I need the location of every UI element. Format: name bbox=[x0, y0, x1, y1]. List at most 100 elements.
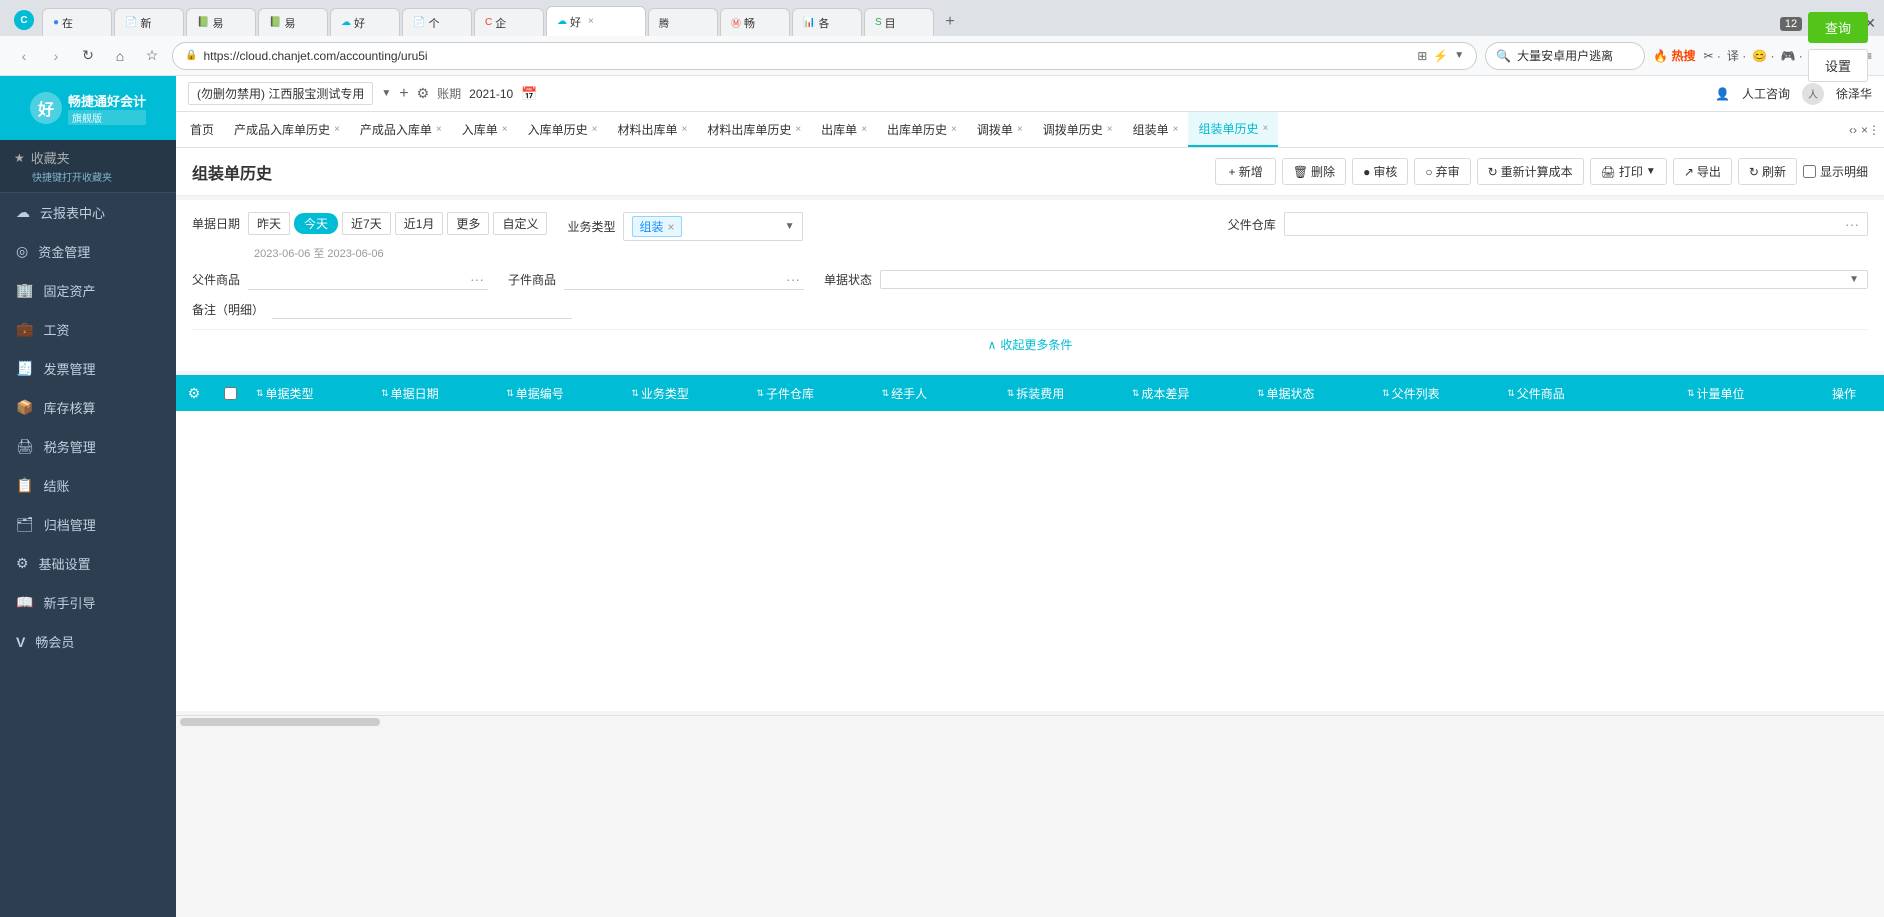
nav-home-button[interactable]: ⌂ bbox=[108, 44, 132, 68]
display-detail-checkbox[interactable]: 显示明细 bbox=[1803, 163, 1868, 180]
sidebar-item-invoice[interactable]: 🧾 发票管理 bbox=[0, 349, 176, 388]
tab-more-icon[interactable]: ⋮ bbox=[1868, 123, 1880, 137]
browser-tab[interactable]: Ⓜ畅 bbox=[720, 8, 790, 36]
qr-icon[interactable]: ⊞ bbox=[1417, 49, 1427, 63]
notes-input[interactable] bbox=[272, 300, 572, 319]
collapse-more-button[interactable]: ∧ 收起更多条件 bbox=[192, 329, 1868, 359]
scissors-tool[interactable]: ✂ · bbox=[1703, 49, 1720, 63]
calendar-icon[interactable]: 📅 bbox=[521, 86, 537, 102]
sidebar-item-guide[interactable]: 📖 新手引导 bbox=[0, 583, 176, 622]
dropdown-icon[interactable]: ▼ bbox=[1454, 50, 1464, 61]
browser-tab[interactable]: 📗易 bbox=[258, 8, 328, 36]
nav-star-button[interactable]: ☆ bbox=[140, 44, 164, 68]
col-header-type[interactable]: ⇅ 单据类型 bbox=[248, 385, 373, 402]
browser-tab[interactable]: 📄新 bbox=[114, 8, 184, 36]
username[interactable]: 徐泽华 bbox=[1836, 85, 1872, 102]
nav-tab-outbound-history[interactable]: 出库单历史× bbox=[877, 112, 967, 147]
new-tab-button[interactable]: + bbox=[936, 8, 964, 36]
settings-gear-icon[interactable]: ⚙ bbox=[417, 85, 430, 102]
nav-tab-transfer-history[interactable]: 调拨单历史× bbox=[1033, 112, 1123, 147]
review-button[interactable]: ● 审核 bbox=[1352, 158, 1408, 185]
nav-tab-outbound[interactable]: 出库单× bbox=[811, 112, 877, 147]
tab-close-all-icon[interactable]: × bbox=[1861, 123, 1868, 137]
sidebar-item-assets[interactable]: 🏢 固定资产 bbox=[0, 271, 176, 310]
sidebar-item-reports[interactable]: ☁ 云报表中心 bbox=[0, 193, 176, 232]
browser-tab-active[interactable]: ☁好× bbox=[546, 6, 646, 36]
browser-tab[interactable]: 腾 bbox=[648, 8, 718, 36]
biz-type-remove-icon[interactable]: × bbox=[667, 220, 674, 234]
service-label[interactable]: 人工咨询 bbox=[1742, 85, 1790, 102]
nav-tab-assembly-history[interactable]: 组装单历史× bbox=[1188, 112, 1278, 147]
nav-tab-home[interactable]: 首页 bbox=[180, 112, 224, 147]
col-header-parent-goods[interactable]: ⇅ 父件商品 bbox=[1499, 385, 1679, 402]
col-header-child-warehouse[interactable]: ⇅ 子件仓库 bbox=[749, 385, 874, 402]
child-goods-input[interactable]: ··· bbox=[564, 269, 804, 290]
nav-tab-inbound[interactable]: 入库单× bbox=[452, 112, 518, 147]
add-company-button[interactable]: + bbox=[399, 85, 408, 103]
col-header-date[interactable]: ⇅ 单据日期 bbox=[373, 385, 498, 402]
date-today-btn[interactable]: 今天 bbox=[294, 213, 338, 234]
col-header-fee[interactable]: ⇅ 拆装费用 bbox=[999, 385, 1124, 402]
col-header-status[interactable]: ⇅ 单据状态 bbox=[1249, 385, 1374, 402]
refresh-button[interactable]: ↻ 刷新 bbox=[1738, 158, 1797, 185]
recalculate-button[interactable]: ↻ 重新计算成本 bbox=[1477, 158, 1584, 185]
browser-tab[interactable]: S目 bbox=[864, 8, 934, 36]
nav-refresh-button[interactable]: ↻ bbox=[76, 44, 100, 68]
browser-tab[interactable]: ☁好 bbox=[330, 8, 400, 36]
date-yesterday-btn[interactable]: 昨天 bbox=[248, 212, 290, 235]
nav-tab-inbound-history[interactable]: 入库单历史× bbox=[518, 112, 608, 147]
nav-tab-material-outbound[interactable]: 材料出库单× bbox=[607, 112, 697, 147]
sidebar-item-archive[interactable]: 🗂 归档管理 bbox=[0, 505, 176, 544]
sidebar-item-payroll[interactable]: 💼 工资 bbox=[0, 310, 176, 349]
nav-tab-transfer[interactable]: 调拨单× bbox=[967, 112, 1033, 147]
add-button[interactable]: + 新增 bbox=[1215, 158, 1275, 185]
col-header-number[interactable]: ⇅ 单据编号 bbox=[498, 385, 623, 402]
abandon-button[interactable]: ○ 弃审 bbox=[1414, 158, 1470, 185]
parent-goods-input[interactable]: ··· bbox=[248, 269, 488, 290]
col-header-handler[interactable]: ⇅ 经手人 bbox=[874, 385, 999, 402]
sidebar-item-closing[interactable]: 📋 结账 bbox=[0, 466, 176, 505]
nav-tab-assembly[interactable]: 组装单× bbox=[1123, 112, 1189, 147]
parent-goods-more-icon[interactable]: ··· bbox=[470, 271, 484, 287]
tab-next-icon[interactable]: › bbox=[1853, 123, 1857, 137]
sidebar-item-inventory[interactable]: 📦 库存核算 bbox=[0, 388, 176, 427]
sidebar-item-settings[interactable]: ⚙ 基础设置 bbox=[0, 544, 176, 583]
browser-tab[interactable]: ●在 bbox=[42, 8, 112, 36]
order-status-dropdown-icon[interactable]: ▼ bbox=[1849, 274, 1859, 285]
date-custom-btn[interactable]: 自定义 bbox=[493, 212, 547, 235]
sidebar-item-member[interactable]: V 畅会员 bbox=[0, 622, 176, 661]
nav-forward-button[interactable]: › bbox=[44, 44, 68, 68]
print-button[interactable]: 🖨 打印 ▼ bbox=[1590, 158, 1667, 185]
browser-tab[interactable]: 📊各 bbox=[792, 8, 862, 36]
col-header-parent-list[interactable]: ⇅ 父件列表 bbox=[1374, 385, 1499, 402]
biz-type-selector[interactable]: 组装 × ▼ bbox=[623, 212, 803, 241]
sidebar-item-tax[interactable]: 🖨 税务管理 bbox=[0, 427, 176, 466]
translate-tool[interactable]: 译 · bbox=[1727, 47, 1746, 64]
sidebar-item-finance[interactable]: ◎ 资金管理 bbox=[0, 232, 176, 271]
nav-tab-finished-goods[interactable]: 产成品入库单× bbox=[350, 112, 452, 147]
print-dropdown-icon[interactable]: ▼ bbox=[1646, 166, 1656, 177]
col-header-biz-type[interactable]: ⇅ 业务类型 bbox=[623, 385, 748, 402]
nav-tab-finished-goods-history[interactable]: 产成品入库单历史× bbox=[224, 112, 350, 147]
company-selector[interactable]: (勿删勿禁用) 江西服宝测试专用 bbox=[188, 82, 373, 105]
nav-back-button[interactable]: ‹ bbox=[12, 44, 36, 68]
search-bar[interactable]: 🔍 大量安卓用户逃离 bbox=[1485, 42, 1645, 70]
parent-warehouse-more-icon[interactable]: ··· bbox=[1845, 216, 1859, 232]
sidebar-favorites[interactable]: ★ 收藏夹 快捷键打开收藏夹 bbox=[0, 140, 176, 193]
col-header-cost-diff[interactable]: ⇅ 成本差异 bbox=[1124, 385, 1249, 402]
export-button[interactable]: ↗ 导出 bbox=[1673, 158, 1732, 185]
browser-tab[interactable]: C企 bbox=[474, 8, 544, 36]
date-1month-btn[interactable]: 近1月 bbox=[395, 212, 444, 235]
browser-tab[interactable]: 📗易 bbox=[186, 8, 256, 36]
address-bar[interactable]: 🔒 https://cloud.chanjet.com/accounting/u… bbox=[172, 42, 1477, 70]
emoji-tool[interactable]: 😊 · bbox=[1752, 49, 1774, 63]
column-settings-header[interactable]: ⚙ bbox=[176, 385, 212, 402]
lightning-icon[interactable]: ⚡ bbox=[1433, 49, 1448, 63]
select-all-checkbox[interactable] bbox=[212, 387, 248, 400]
parent-warehouse-input[interactable]: ··· bbox=[1284, 212, 1868, 236]
col-header-unit[interactable]: ⇅ 计量单位 bbox=[1679, 385, 1804, 402]
date-7days-btn[interactable]: 近7天 bbox=[342, 212, 391, 235]
browser-tab[interactable]: 📄个 bbox=[402, 8, 472, 36]
horizontal-scrollbar[interactable] bbox=[176, 715, 1884, 727]
game-tool[interactable]: 🎮 · bbox=[1780, 49, 1802, 63]
